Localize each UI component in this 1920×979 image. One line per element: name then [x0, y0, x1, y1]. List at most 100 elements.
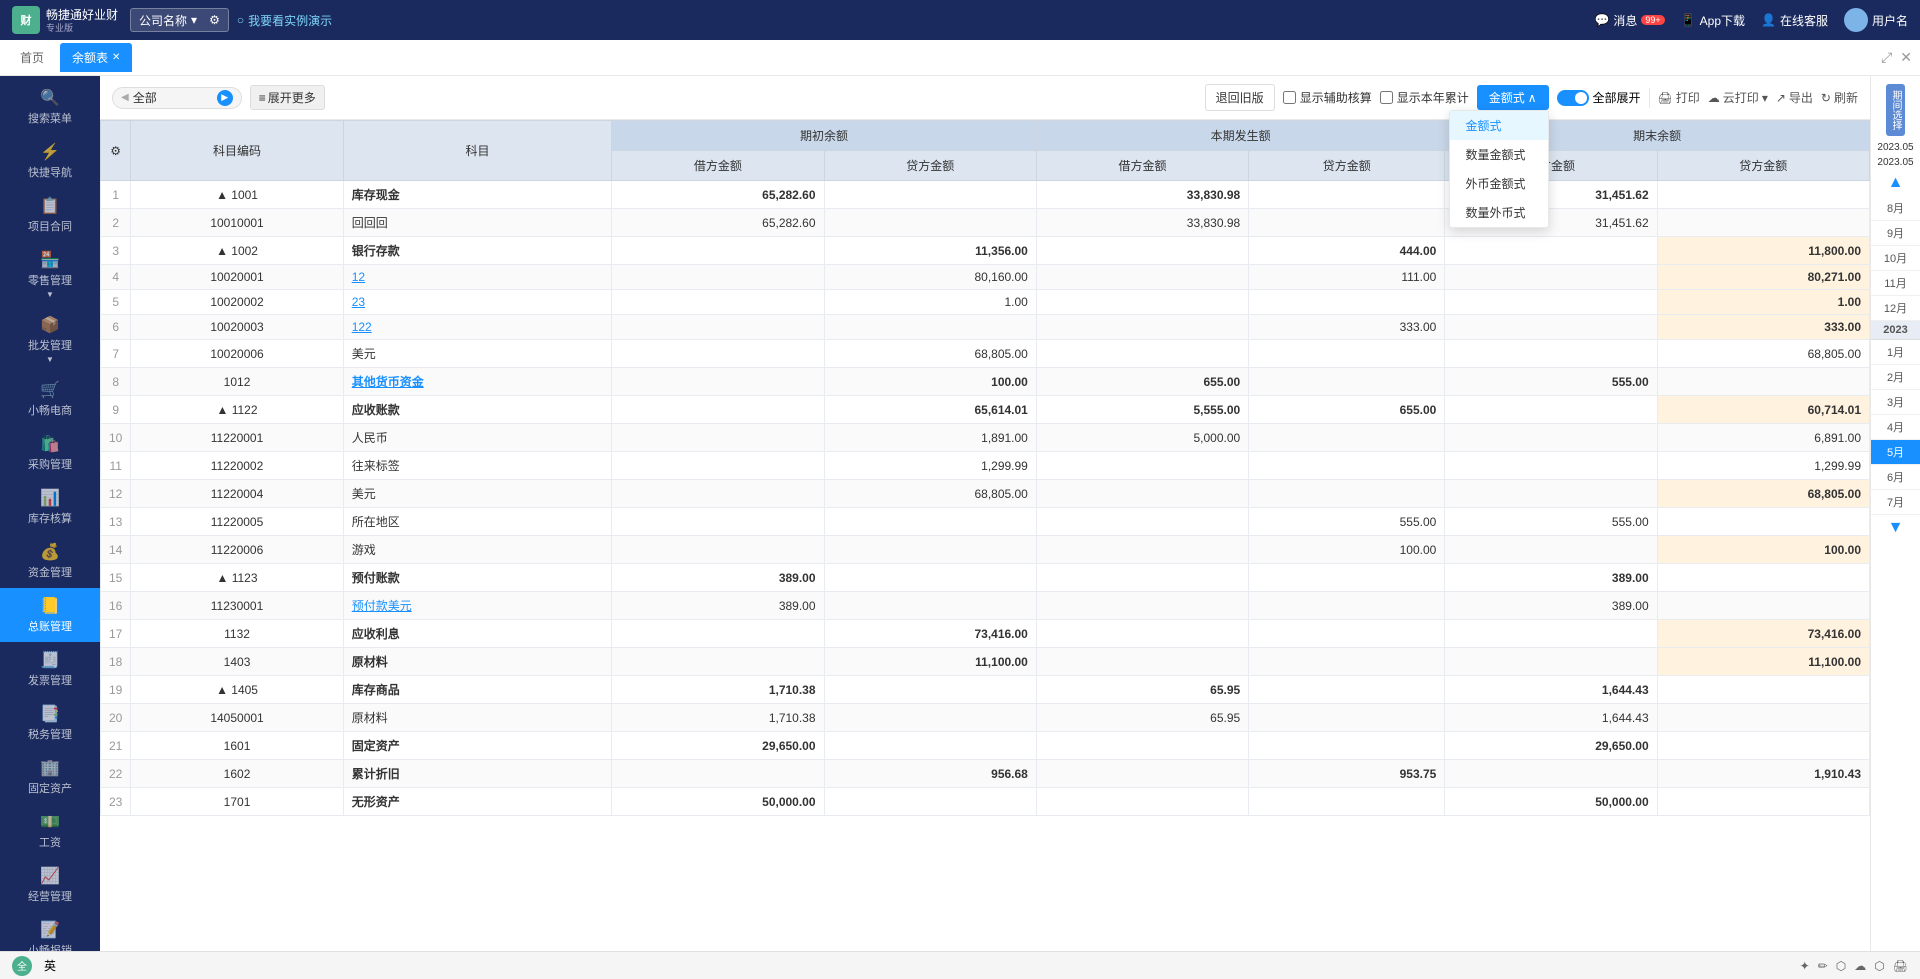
bottom-lang[interactable]: 英 [44, 957, 56, 974]
online-service-btn[interactable]: 👤 在线客服 [1761, 12, 1828, 29]
show-assist-input[interactable] [1283, 91, 1296, 104]
sidebar-item-assets[interactable]: 🏢 固定资产 [0, 750, 100, 804]
period-month-2[interactable]: 2月 [1871, 365, 1920, 390]
sidebar-item-capital[interactable]: 💰 资金管理 [0, 534, 100, 588]
cell-subject[interactable]: 其他货币资金 [343, 368, 612, 396]
cell-cl-debit: 1,644.43 [1445, 676, 1657, 704]
cloud-print-btn[interactable]: ☁ 云打印 ▾ [1708, 89, 1768, 106]
tab-balance[interactable]: 余额表 ✕ [60, 43, 132, 72]
bottom-icon-1[interactable]: ✦ [1800, 959, 1810, 973]
period-month-8[interactable]: 8月 [1871, 196, 1920, 221]
dropdown-item-amount[interactable]: 金额式 [1450, 111, 1548, 140]
message-btn[interactable]: 💬 消息 99+ [1594, 12, 1664, 29]
amount-type-btn[interactable]: 金额式 ∧ [1477, 85, 1549, 110]
dropdown-item-foreign-amount[interactable]: 外币金额式 [1450, 169, 1548, 198]
back-old-version-btn[interactable]: 退回旧版 [1205, 84, 1275, 111]
bottom-icon-text[interactable]: 全 [12, 956, 32, 976]
period-month-6[interactable]: 6月 [1871, 465, 1920, 490]
amount-type-arrow-icon: ∧ [1528, 91, 1537, 105]
period-month-1[interactable]: 1月 [1871, 340, 1920, 365]
period-month-9[interactable]: 9月 [1871, 221, 1920, 246]
user-info[interactable]: 用户名 [1844, 8, 1908, 32]
expand-all-toggle[interactable]: 全部展开 [1557, 89, 1641, 106]
cell-op-credit: 68,805.00 [824, 340, 1036, 368]
sidebar-item-search[interactable]: 🔍 搜索菜单 [0, 80, 100, 134]
cell-subject[interactable]: 23 [343, 290, 612, 315]
th-settings[interactable]: ⚙ [101, 121, 131, 181]
sidebar-item-project[interactable]: 📋 项目合同 [0, 188, 100, 242]
company-selector[interactable]: 公司名称 ▾ ⚙ [130, 8, 229, 32]
cell-subject[interactable]: 122 [343, 315, 612, 340]
cell-op-debit [612, 424, 824, 452]
dropdown-item-qty-amount[interactable]: 数量金额式 [1450, 140, 1548, 169]
cell-p-credit [1249, 788, 1445, 816]
cell-op-credit [824, 315, 1036, 340]
sidebar-item-inventory[interactable]: 📊 库存核算 [0, 480, 100, 534]
show-assist-checkbox[interactable]: 显示辅助核算 [1283, 89, 1372, 106]
window-close-icon[interactable]: ✕ [1900, 49, 1912, 66]
cell-subject[interactable]: 12 [343, 265, 612, 290]
export-btn[interactable]: ↗ 导出 [1776, 89, 1813, 106]
cell-op-credit [824, 508, 1036, 536]
cell-op-credit [824, 788, 1036, 816]
cell-cl-debit [1445, 536, 1657, 564]
period-selector-label[interactable]: 期间选择 [1886, 84, 1905, 136]
app-download-btn[interactable]: 📱 App下载 [1681, 12, 1745, 29]
sidebar: 🔍 搜索菜单 ⚡ 快捷导航 📋 项目合同 🏪 零售管理 ▼ 📦 批发管理 ▼ 🛒… [0, 76, 100, 951]
expand-more-btn[interactable]: ≡ 展开更多 [250, 85, 325, 110]
amount-type-dropdown[interactable]: 金额式 ∧ 金额式 数量金额式 外币金额式 数量外币式 [1477, 85, 1549, 110]
cell-p-debit: 5,555.00 [1036, 396, 1248, 424]
period-month-7[interactable]: 7月 [1871, 490, 1920, 515]
print-btn[interactable]: 🖨 打印 [1658, 89, 1700, 106]
refresh-btn[interactable]: ↻ 刷新 [1821, 89, 1858, 106]
cell-op-credit: 1,299.99 [824, 452, 1036, 480]
period-up-icon[interactable]: ▲ [1884, 170, 1908, 196]
sidebar-item-tax[interactable]: 📑 税务管理 [0, 696, 100, 750]
show-ytd-checkbox[interactable]: 显示本年累计 [1380, 89, 1469, 106]
sidebar-item-wholesale[interactable]: 📦 批发管理 ▼ [0, 307, 100, 372]
period-month-3[interactable]: 3月 [1871, 390, 1920, 415]
sidebar-item-retail[interactable]: 🏪 零售管理 ▼ [0, 242, 100, 307]
bottom-icon-3[interactable]: ⬡ [1836, 959, 1846, 973]
sidebar-item-invoice[interactable]: 🧾 发票管理 [0, 642, 100, 696]
table-row: 4100200011280,160.00111.0080,271.00 [101, 265, 1870, 290]
download-icon: 📱 [1681, 13, 1696, 27]
sidebar-item-salary[interactable]: 💵 工资 [0, 804, 100, 858]
period-month-11[interactable]: 11月 [1871, 271, 1920, 296]
cell-p-credit: 655.00 [1249, 396, 1445, 424]
toggle-switch-control[interactable] [1557, 90, 1589, 106]
dropdown-item-qty-foreign[interactable]: 数量外币式 [1450, 198, 1548, 227]
report-icon: 📝 [40, 920, 60, 940]
cell-code: 10020003 [131, 315, 343, 340]
company-name: 公司名称 [139, 12, 187, 29]
bottom-icon-5[interactable]: ⬡ [1874, 959, 1884, 973]
cell-op-debit [612, 265, 824, 290]
demo-link[interactable]: ○ 我要看实例演示 [237, 12, 332, 29]
period-month-5[interactable]: 5月 [1871, 440, 1920, 465]
cell-cl-debit [1445, 620, 1657, 648]
period-month-12[interactable]: 12月 [1871, 296, 1920, 321]
sidebar-item-operation[interactable]: 📈 经营管理 [0, 858, 100, 912]
sidebar-item-report[interactable]: 📝 小畅报销 [0, 912, 100, 951]
search-input[interactable] [133, 91, 213, 105]
show-ytd-input[interactable] [1380, 91, 1393, 104]
cell-cl-debit [1445, 315, 1657, 340]
ecommerce-icon: 🛒 [40, 380, 60, 400]
period-down-icon[interactable]: ▼ [1884, 515, 1908, 541]
bottom-icon-6[interactable]: 🖨 [1893, 959, 1908, 973]
sidebar-item-ecommerce[interactable]: 🛒 小畅电商 [0, 372, 100, 426]
cell-p-debit [1036, 452, 1248, 480]
settings-icon[interactable]: ⚙ [209, 13, 220, 27]
table-row: 81012其他货币资金100.00655.00555.00 [101, 368, 1870, 396]
sidebar-item-purchase[interactable]: 🛍️ 采购管理 [0, 426, 100, 480]
tab-home[interactable]: 首页 [8, 43, 56, 72]
bottom-icon-2[interactable]: ✏ [1818, 959, 1828, 973]
period-month-10[interactable]: 10月 [1871, 246, 1920, 271]
window-restore-icon[interactable]: ⤢ [1881, 49, 1892, 66]
tab-close-icon[interactable]: ✕ [112, 52, 120, 63]
sidebar-item-quicknav[interactable]: ⚡ 快捷导航 [0, 134, 100, 188]
bottom-icon-4[interactable]: ☁ [1854, 959, 1866, 973]
sidebar-item-ledger[interactable]: 📒 总账管理 [0, 588, 100, 642]
period-month-4[interactable]: 4月 [1871, 415, 1920, 440]
cell-subject[interactable]: 预付款美元 [343, 592, 612, 620]
